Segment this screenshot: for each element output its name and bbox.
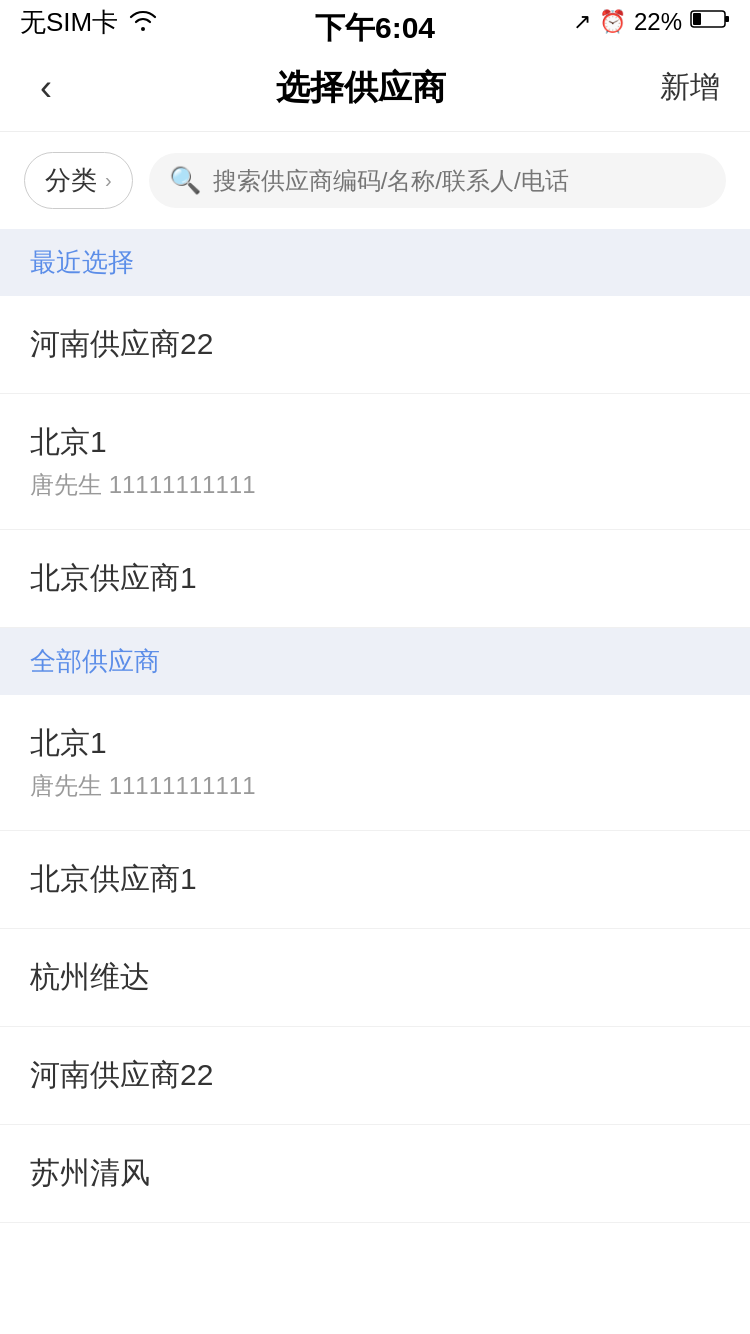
list-item[interactable]: 河南供应商22: [0, 1027, 750, 1125]
chevron-right-icon: ›: [105, 169, 112, 192]
item-sub: 唐先生 11111111111: [30, 469, 720, 501]
list-item[interactable]: 北京供应商1: [0, 831, 750, 929]
all-section-header: 全部供应商: [0, 628, 750, 695]
search-box: 🔍: [149, 153, 726, 208]
list-item[interactable]: 河南供应商22: [0, 296, 750, 394]
item-name: 河南供应商22: [30, 1055, 720, 1096]
search-icon: 🔍: [169, 165, 201, 196]
battery-label: 22%: [634, 8, 682, 36]
item-name: 杭州维达: [30, 957, 720, 998]
status-time: 下午6:04: [315, 8, 435, 49]
list-item[interactable]: 杭州维达: [0, 929, 750, 1027]
search-input[interactable]: [213, 167, 706, 195]
item-name: 北京1: [30, 422, 720, 463]
nav-bar: ‹ 选择供应商 新增: [0, 44, 750, 132]
category-button[interactable]: 分类 ›: [24, 152, 133, 209]
all-list: 北京1 唐先生 11111111111 北京供应商1 杭州维达河南供应商22 苏州清风: [0, 695, 750, 1223]
add-button[interactable]: 新增: [660, 67, 720, 108]
list-item[interactable]: 北京1 唐先生 11111111111: [0, 695, 750, 831]
recent-section-label: 最近选择: [30, 247, 134, 277]
recent-list: 河南供应商22 北京1 唐先生 11111111111 北京供应商1: [0, 296, 750, 628]
battery-icon: [690, 8, 730, 36]
carrier-label: 无SIM卡: [20, 5, 118, 40]
item-name: 河南供应商22: [30, 324, 720, 365]
status-bar: 无SIM卡 下午6:04 ↗ ⏰ 22%: [0, 0, 750, 44]
list-item[interactable]: 苏州清风: [0, 1125, 750, 1223]
svg-rect-2: [693, 13, 701, 25]
item-name: 苏州清风: [30, 1153, 720, 1194]
item-name: 北京1: [30, 723, 720, 764]
item-name: 北京供应商1: [30, 859, 720, 900]
item-name: 北京供应商1: [30, 558, 720, 599]
category-label: 分类: [45, 163, 97, 198]
svg-rect-1: [725, 16, 729, 22]
item-sub: 唐先生 11111111111: [30, 770, 720, 802]
wifi-icon: [128, 7, 158, 38]
status-right: ↗ ⏰ 22%: [573, 8, 730, 36]
back-button[interactable]: ‹: [30, 57, 62, 119]
recent-section-header: 最近选择: [0, 229, 750, 296]
list-item[interactable]: 北京1 唐先生 11111111111: [0, 394, 750, 530]
all-section-label: 全部供应商: [30, 646, 160, 676]
list-item[interactable]: 北京供应商1: [0, 530, 750, 628]
location-icon: ↗: [573, 9, 591, 35]
filter-bar: 分类 › 🔍: [0, 132, 750, 229]
status-left: 无SIM卡: [20, 5, 158, 40]
page-title: 选择供应商: [276, 65, 446, 111]
alarm-icon: ⏰: [599, 9, 626, 35]
